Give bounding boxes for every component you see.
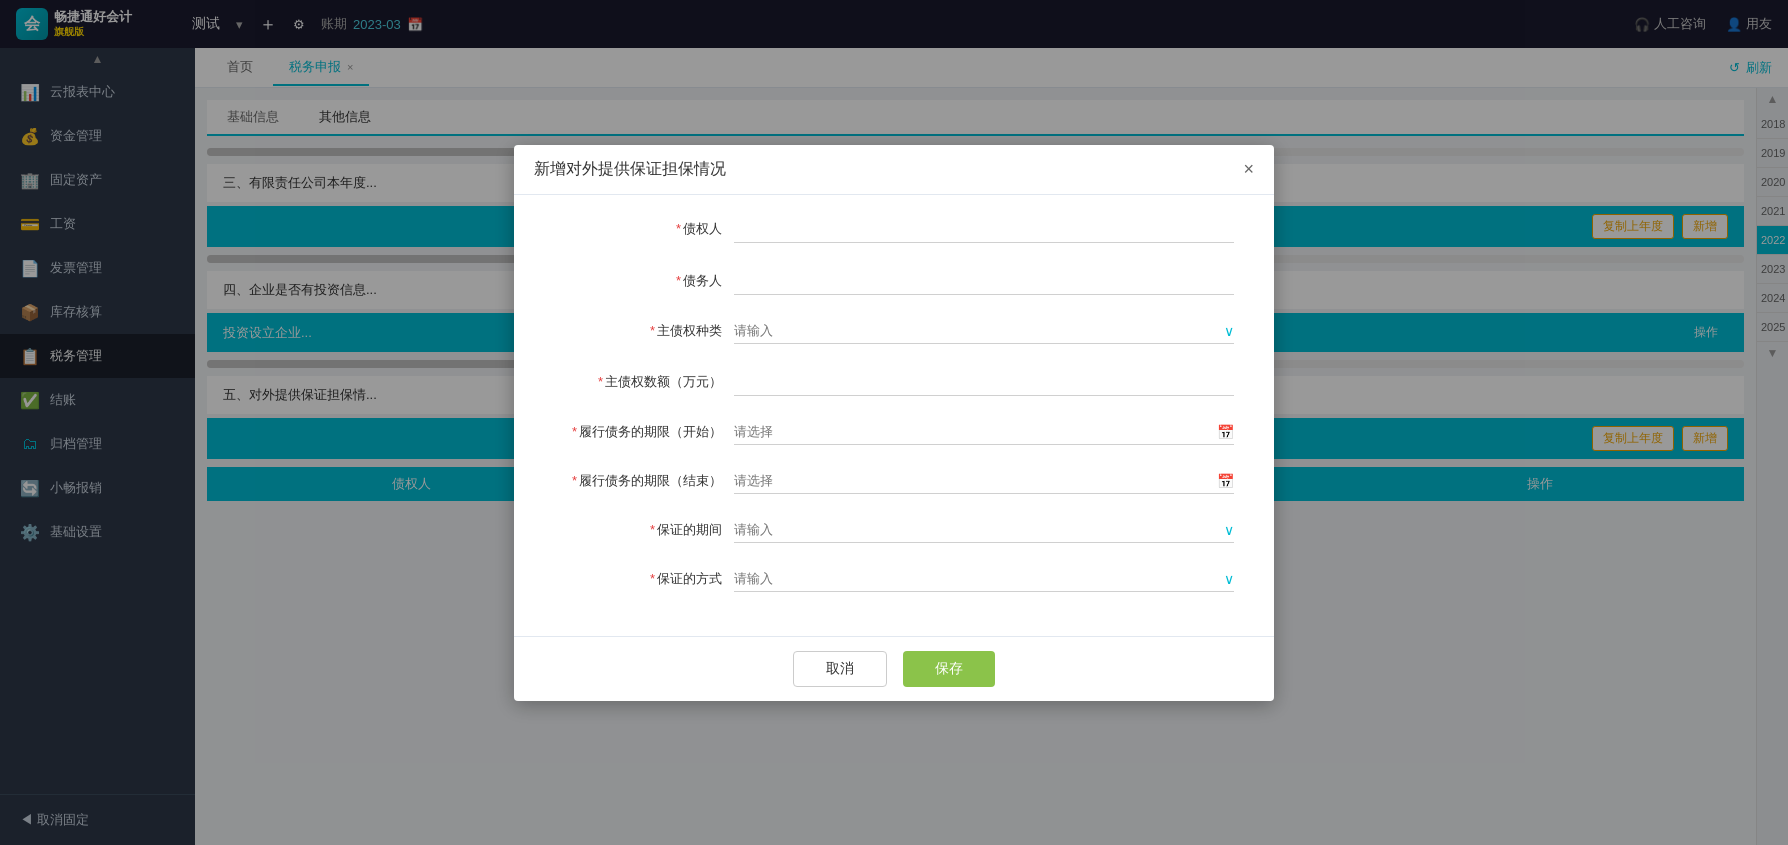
periodstart-calendar-icon[interactable]: 📅 bbox=[1217, 424, 1234, 440]
field-periodstart-input[interactable] bbox=[734, 424, 1217, 439]
field-claimtype-label: *主债权种类 bbox=[554, 322, 734, 340]
field-claimtype-select-wrap: ∨ bbox=[734, 319, 1234, 344]
field-guaranteeperiod-input[interactable] bbox=[734, 522, 1224, 537]
modal-footer: 取消 保存 bbox=[514, 636, 1274, 701]
field-guaranteeperiod-row: *保证的期间 ∨ bbox=[554, 518, 1234, 543]
field-guaranteeperiod-label: *保证的期间 bbox=[554, 521, 734, 539]
modal-body: *债权人 *债务人 *主债权种类 ∨ bbox=[514, 195, 1274, 636]
field-claimtype-input[interactable] bbox=[734, 323, 1224, 338]
field-periodend-input[interactable] bbox=[734, 473, 1217, 488]
field-debtor-label: *债务人 bbox=[554, 272, 734, 290]
field-claimamount-row: *主债权数额（万元） bbox=[554, 368, 1234, 396]
field-debtor-row: *债务人 bbox=[554, 267, 1234, 295]
field-debtor-input[interactable] bbox=[734, 267, 1234, 295]
modal-header: 新增对外提供保证担保情况 × bbox=[514, 145, 1274, 195]
field-periodstart-label: *履行债务的期限（开始） bbox=[554, 423, 734, 441]
add-guarantee-modal: 新增对外提供保证担保情况 × *债权人 *债务人 * bbox=[514, 145, 1274, 701]
field-obligee-input[interactable] bbox=[734, 215, 1234, 243]
required-mark: * bbox=[650, 323, 655, 338]
field-guaranteemethod-label: *保证的方式 bbox=[554, 570, 734, 588]
required-mark: * bbox=[676, 221, 681, 236]
field-periodend-wrap: 📅 bbox=[734, 469, 1234, 494]
field-claimtype-row: *主债权种类 ∨ bbox=[554, 319, 1234, 344]
field-claimamount-label: *主债权数额（万元） bbox=[554, 373, 734, 391]
field-periodstart-wrap: 📅 bbox=[734, 420, 1234, 445]
guaranteeperiod-dropdown-arrow[interactable]: ∨ bbox=[1224, 522, 1234, 538]
field-periodend-label: *履行债务的期限（结束） bbox=[554, 472, 734, 490]
field-obligee-row: *债权人 bbox=[554, 215, 1234, 243]
field-periodstart-row: *履行债务的期限（开始） 📅 bbox=[554, 420, 1234, 445]
claimtype-dropdown-arrow[interactable]: ∨ bbox=[1224, 323, 1234, 339]
field-guaranteemethod-input[interactable] bbox=[734, 571, 1224, 586]
modal-title: 新增对外提供保证担保情况 bbox=[534, 159, 726, 180]
field-guaranteeperiod-select-wrap: ∨ bbox=[734, 518, 1234, 543]
field-claimamount-input[interactable] bbox=[734, 368, 1234, 396]
modal-backdrop: 新增对外提供保证担保情况 × *债权人 *债务人 * bbox=[0, 0, 1788, 845]
save-button[interactable]: 保存 bbox=[903, 651, 995, 687]
cancel-button[interactable]: 取消 bbox=[793, 651, 887, 687]
required-mark: * bbox=[650, 522, 655, 537]
periodend-calendar-icon[interactable]: 📅 bbox=[1217, 473, 1234, 489]
field-obligee-label: *债权人 bbox=[554, 220, 734, 238]
required-mark: * bbox=[598, 374, 603, 389]
required-mark: * bbox=[650, 571, 655, 586]
guaranteemethod-dropdown-arrow[interactable]: ∨ bbox=[1224, 571, 1234, 587]
required-mark: * bbox=[572, 473, 577, 488]
required-mark: * bbox=[572, 424, 577, 439]
field-guaranteemethod-select-wrap: ∨ bbox=[734, 567, 1234, 592]
required-mark: * bbox=[676, 273, 681, 288]
field-periodend-row: *履行债务的期限（结束） 📅 bbox=[554, 469, 1234, 494]
field-guaranteemethod-row: *保证的方式 ∨ bbox=[554, 567, 1234, 592]
modal-close-button[interactable]: × bbox=[1243, 159, 1254, 180]
